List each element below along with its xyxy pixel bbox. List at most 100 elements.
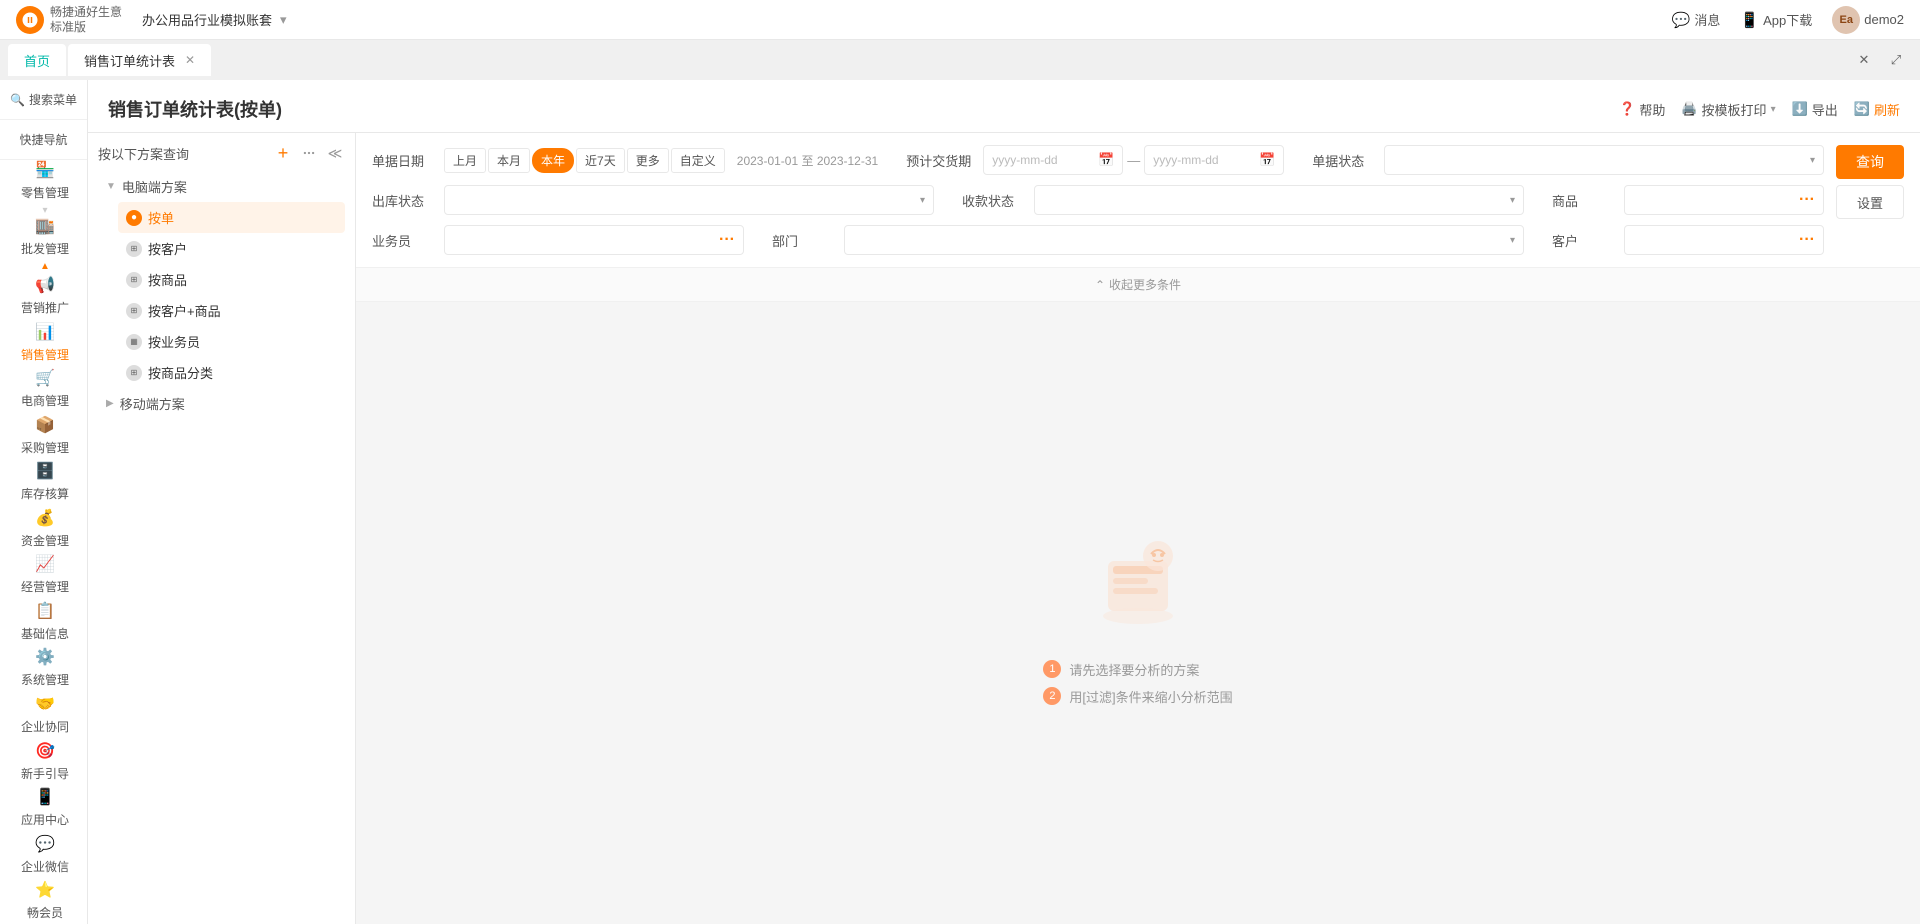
pc-scheme-items: ● 按单 ⊞ 按客户 ⊞ 按商品 [98, 202, 345, 388]
wxwork-icon: 💬 [35, 834, 55, 854]
tab-home[interactable]: 首页 [8, 44, 66, 76]
app-download-action[interactable]: 📱 App下载 [1740, 10, 1812, 29]
expected-date-end-input[interactable]: yyyy-mm-dd 📅 [1144, 145, 1284, 175]
sidebar-item-operations[interactable]: 📈 经营管理 [0, 552, 87, 599]
wholesale-icon: 🏬 [35, 216, 55, 236]
filter-area: 单据日期 上月 本月 本年 近7天 更多 自定义 [356, 133, 1920, 268]
edit-scheme-btn[interactable] [299, 143, 319, 163]
sidebar-item-enterprise[interactable]: 🤝 企业协同 [0, 691, 87, 738]
customer-label: 客户 [1552, 231, 1612, 250]
sidebar-item-finance[interactable]: 💰 资金管理 [0, 505, 87, 552]
this-month-btn[interactable]: 本月 [488, 148, 530, 173]
date-end-placeholder: yyyy-mm-dd [1153, 153, 1218, 167]
sidebar-item-vip[interactable]: ⭐ 畅会员 [0, 877, 87, 924]
sidebar-item-marketing[interactable]: 📢 营销推广 [0, 272, 87, 319]
scheme-by-cust-prod[interactable]: ⊞ 按客户+商品 [118, 295, 345, 326]
setting-button[interactable]: 设置 [1836, 185, 1904, 219]
product-dots[interactable]: ··· [1799, 191, 1815, 209]
tab-maximize[interactable]: ⤢ [1884, 48, 1908, 72]
tab-close-window[interactable]: ✕ [1852, 48, 1876, 72]
sidebar-search[interactable]: 🔍 搜索菜单 [0, 80, 87, 120]
user-avatar: Ea [1832, 6, 1860, 34]
top-bar-left: 畅捷通好生意 标准版 办公用品行业模拟账套 ▾ [16, 5, 287, 34]
scheme-by-order[interactable]: ● 按单 [118, 202, 345, 233]
ship-status-select[interactable]: ▾ [444, 185, 934, 215]
sidebar: 🔍 搜索菜单 快捷导航 🏪 零售管理 ▾ 🏬 批发管理 ▲ 📢 营销推广 � [0, 80, 88, 924]
mobile-scheme-label: 移动端方案 [120, 394, 185, 413]
collapse-label: 收起更多条件 [1109, 276, 1181, 293]
app-logo-icon [16, 6, 44, 34]
ship-status-arrow: ▾ [920, 195, 925, 206]
last7days-btn[interactable]: 近7天 [576, 148, 625, 173]
sidebar-quick-nav[interactable]: 快捷导航 [0, 120, 87, 160]
salesperson-input[interactable]: ··· [444, 225, 744, 255]
hint-2-text: 用[过滤]条件来缩小分析范围 [1069, 687, 1232, 706]
inventory-icon: 🗄️ [35, 461, 55, 481]
payment-status-label: 收款状态 [962, 191, 1022, 210]
custom-date-btn[interactable]: 自定义 [671, 148, 725, 173]
collapse-panel-btn[interactable]: ≪ [325, 143, 345, 163]
this-year-btn[interactable]: 本年 [532, 148, 574, 173]
sidebar-item-wholesale[interactable]: 🏬 批发管理 ▲ [0, 216, 87, 272]
retail-icon: 🏪 [35, 160, 55, 180]
customer-dots[interactable]: ··· [1799, 231, 1815, 249]
add-scheme-btn[interactable]: + [273, 143, 293, 163]
sidebar-item-ecommerce[interactable]: 🛒 电商管理 [0, 365, 87, 412]
sidebar-item-system[interactable]: ⚙️ 系统管理 [0, 645, 87, 692]
top-title-arrow[interactable]: ▾ [280, 12, 287, 28]
sidebar-item-wxwork[interactable]: 💬 企业微信 [0, 831, 87, 878]
search-label: 搜索菜单 [29, 91, 77, 108]
refresh-btn[interactable]: 🔄 刷新 [1854, 100, 1900, 119]
message-action[interactable]: 💬 消息 [1672, 10, 1721, 29]
page-header: 销售订单统计表(按单) ❓ 帮助 🖨️ 按模板打印 ▾ ⬇️ 导出 [88, 80, 1920, 133]
help-label: 帮助 [1639, 100, 1665, 119]
user-info[interactable]: Ea demo2 [1832, 6, 1904, 34]
query-button[interactable]: 查询 [1836, 145, 1904, 179]
scheme-section-pc-header[interactable]: ▼ 电脑端方案 [98, 171, 345, 202]
sidebar-item-appstore[interactable]: 📱 应用中心 [0, 784, 87, 831]
collapse-bar[interactable]: ⌃ 收起更多条件 [356, 268, 1920, 302]
bill-status-select[interactable]: ▾ [1384, 145, 1824, 175]
export-btn[interactable]: ⬇️ 导出 [1792, 100, 1838, 119]
help-btn[interactable]: ❓ 帮助 [1619, 100, 1665, 119]
by-order-icon: ● [126, 210, 142, 226]
department-select[interactable]: ▾ [844, 225, 1524, 255]
main-layout: 🔍 搜索菜单 快捷导航 🏪 零售管理 ▾ 🏬 批发管理 ▲ 📢 营销推广 � [0, 80, 1920, 924]
enterprise-icon: 🤝 [35, 694, 55, 714]
customer-input[interactable]: ··· [1624, 225, 1824, 255]
basic-icon: 📋 [35, 601, 55, 621]
newbie-icon: 🎯 [35, 741, 55, 761]
product-input[interactable]: ··· [1624, 185, 1824, 215]
scheme-by-customer[interactable]: ⊞ 按客户 [118, 233, 345, 264]
tab-close-icon[interactable]: ✕ [185, 53, 195, 67]
calendar-end-icon: 📅 [1259, 152, 1275, 168]
app-download-label: App下载 [1763, 10, 1812, 29]
more-date-btn[interactable]: 更多 [627, 148, 669, 173]
bill-status-arrow: ▾ [1810, 155, 1815, 166]
scheme-by-product[interactable]: ⊞ 按商品 [118, 264, 345, 295]
scheme-by-category[interactable]: ⊞ 按商品分类 [118, 357, 345, 388]
filter-row-1: 单据日期 上月 本月 本年 近7天 更多 自定义 [372, 145, 1824, 175]
scheme-section-mobile-header[interactable]: ▶ 移动端方案 [98, 388, 345, 419]
tab-sales-stat[interactable]: 销售订单统计表 ✕ [68, 44, 211, 76]
user-name-label: demo2 [1864, 12, 1904, 27]
page-title: 销售订单统计表(按单) [108, 96, 282, 122]
sidebar-item-retail[interactable]: 🏪 零售管理 ▾ [0, 160, 87, 216]
scheme-by-salesperson[interactable]: ▦ 按业务员 [118, 326, 345, 357]
export-label: 导出 [1812, 100, 1838, 119]
salesperson-dots[interactable]: ··· [719, 231, 735, 249]
last-month-btn[interactable]: 上月 [444, 148, 486, 173]
sidebar-item-purchase[interactable]: 📦 采购管理 [0, 412, 87, 459]
sidebar-item-sales[interactable]: 📊 销售管理 [0, 319, 87, 366]
date-start-placeholder: yyyy-mm-dd [992, 153, 1057, 167]
payment-status-select[interactable]: ▾ [1034, 185, 1524, 215]
sidebar-item-newbie[interactable]: 🎯 新手引导 [0, 738, 87, 785]
print-btn[interactable]: 🖨️ 按模板打印 ▾ [1681, 100, 1775, 119]
message-label: 消息 [1694, 10, 1720, 29]
sales-icon: 📊 [35, 322, 55, 342]
date-label: 单据日期 [372, 151, 432, 170]
sidebar-item-inventory[interactable]: 🗄️ 库存核算 [0, 458, 87, 505]
hint-1-text: 请先选择要分析的方案 [1069, 660, 1199, 679]
sidebar-item-basic[interactable]: 📋 基础信息 [0, 598, 87, 645]
expected-date-start-input[interactable]: yyyy-mm-dd 📅 [983, 145, 1123, 175]
